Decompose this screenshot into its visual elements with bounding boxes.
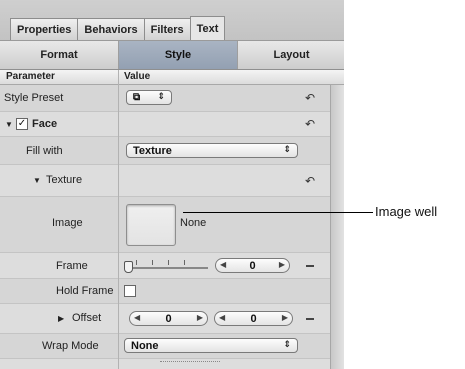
top-tabs: Properties Behaviors Filters Text (10, 16, 226, 40)
remove-dash-icon (306, 318, 314, 320)
reset-arrow-icon[interactable]: ↶ (305, 117, 315, 131)
partial-slider-ticks (160, 361, 220, 368)
updown-arrows-icon: ⇕ (157, 91, 165, 101)
subtab-layout[interactable]: Layout (238, 41, 344, 69)
tab-properties[interactable]: Properties (10, 18, 79, 40)
subtab-style[interactable]: Style (119, 41, 238, 69)
slider-thumb[interactable] (124, 261, 133, 273)
subtab-format[interactable]: Format (0, 41, 119, 69)
row-texture: ▼ Texture ↶ (0, 165, 330, 197)
disclosure-triangle-icon[interactable]: ▼ (5, 120, 13, 129)
step-left-icon[interactable]: ◀ (134, 313, 140, 322)
label-wrap-mode: Wrap Mode (42, 340, 99, 352)
inspector-tab-bar: Properties Behaviors Filters Text (0, 0, 344, 41)
label-frame: Frame (56, 260, 88, 272)
label-hold-frame: Hold Frame (56, 285, 114, 297)
wrap-mode-popup[interactable]: None ⇕ (124, 338, 298, 353)
sub-tabs: Format Style Layout (0, 41, 344, 70)
scrollbar[interactable] (330, 85, 344, 369)
row-fill-with: Fill with Texture ⇕ (0, 137, 330, 165)
row-face: ▼ ✓ Face ↶ (0, 112, 330, 137)
row-offset: ▶ Offset ◀ 0 ▶ ◀ 0 ▶ (0, 304, 330, 334)
column-header: Parameter Value (0, 70, 344, 85)
step-right-icon[interactable]: ▶ (197, 313, 203, 322)
image-value: None (180, 217, 207, 229)
tab-behaviors[interactable]: Behaviors (77, 18, 145, 40)
hold-frame-checkbox[interactable] (124, 285, 136, 297)
reset-arrow-icon[interactable]: ↶ (305, 91, 315, 105)
tab-filters[interactable]: Filters (143, 18, 191, 40)
row-style-preset: Style Preset ⧉ ⇕ ↶ (0, 85, 330, 112)
face-checkbox[interactable]: ✓ (16, 118, 28, 130)
label-style-preset: Style Preset (4, 92, 64, 104)
frame-value: 0 (249, 259, 256, 272)
frame-stepper[interactable]: ◀ 0 ▶ (215, 258, 290, 273)
label-face: Face (32, 118, 58, 130)
label-image: Image (52, 217, 83, 229)
step-right-icon[interactable]: ▶ (282, 313, 288, 322)
callout-label: Image well (375, 204, 438, 219)
preset-stack-icon: ⧉ (133, 92, 141, 103)
step-left-icon[interactable]: ◀ (220, 260, 226, 269)
updown-arrows-icon: ⇕ (283, 339, 291, 349)
label-offset: Offset (72, 312, 102, 324)
callout-line (183, 212, 373, 213)
offset-x-value: 0 (165, 312, 172, 325)
offset-y-stepper[interactable]: ◀ 0 ▶ (214, 311, 293, 326)
updown-arrows-icon: ⇕ (283, 144, 291, 154)
tab-text[interactable]: Text (189, 16, 226, 40)
fill-with-popup[interactable]: Texture ⇕ (126, 143, 298, 158)
header-parameter: Parameter (6, 71, 55, 82)
style-preset-popup[interactable]: ⧉ ⇕ (126, 90, 172, 105)
disclosure-triangle-icon[interactable]: ▼ (33, 176, 41, 185)
step-left-icon[interactable]: ◀ (219, 313, 225, 322)
fill-with-value: Texture (133, 144, 172, 157)
label-texture: Texture (46, 174, 83, 186)
header-value: Value (124, 71, 151, 82)
remove-dash-icon (306, 265, 314, 267)
inspector-panel: Properties Behaviors Filters Text Format… (0, 0, 344, 369)
row-hold-frame: Hold Frame (0, 279, 330, 304)
reset-arrow-icon[interactable]: ↶ (305, 174, 315, 188)
step-right-icon[interactable]: ▶ (279, 260, 285, 269)
disclosure-triangle-right-icon[interactable]: ▶ (58, 314, 64, 323)
image-well[interactable] (126, 204, 176, 246)
frame-slider[interactable] (124, 258, 210, 273)
offset-x-stepper[interactable]: ◀ 0 ▶ (129, 311, 208, 326)
offset-y-value: 0 (250, 312, 257, 325)
column-divider (118, 70, 119, 369)
row-frame: Frame ◀ 0 ▶ (0, 253, 330, 279)
row-partial (0, 359, 330, 369)
wrap-mode-value: None (131, 339, 159, 352)
row-wrap-mode: Wrap Mode None ⇕ (0, 334, 330, 359)
label-fill-with: Fill with (26, 145, 63, 157)
